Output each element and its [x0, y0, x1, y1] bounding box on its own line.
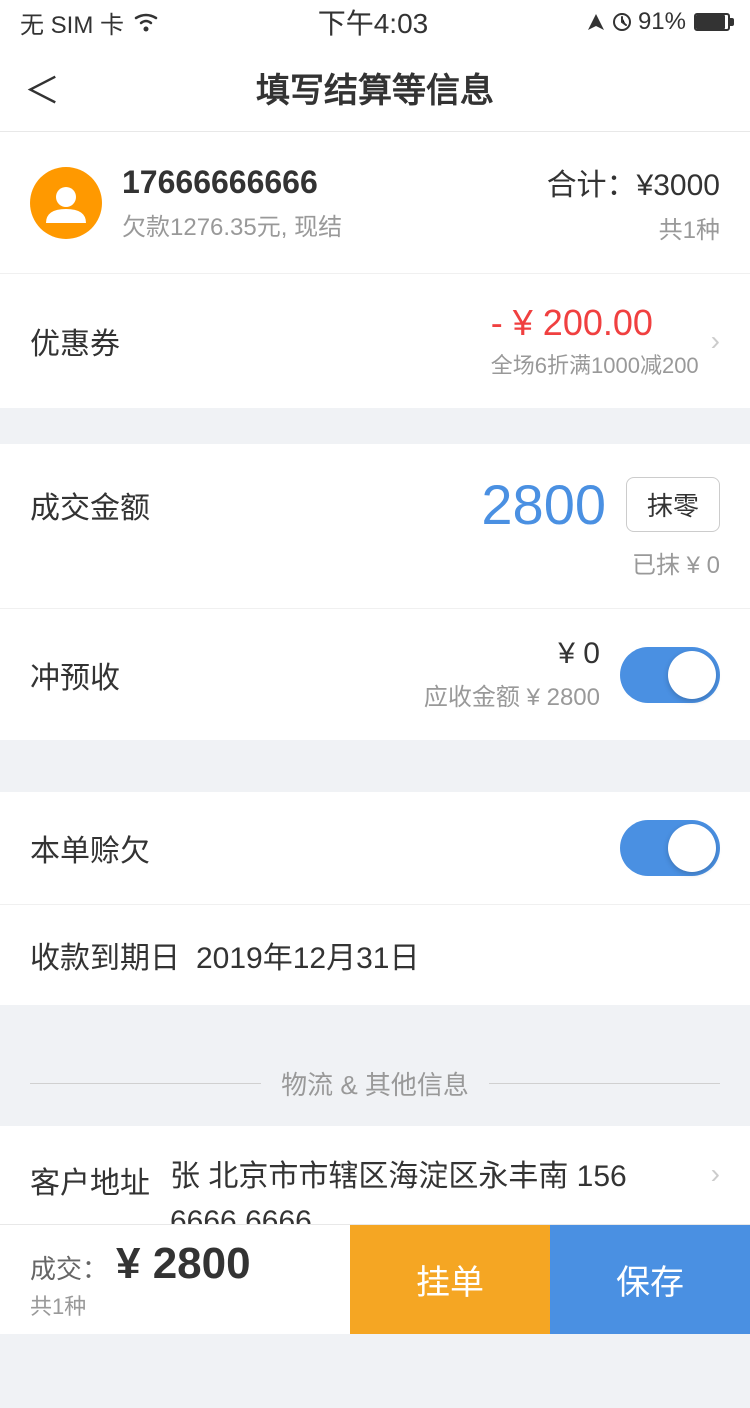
gray-divider-2 [0, 756, 750, 776]
footer-amount: ¥ 2800 [116, 1239, 251, 1289]
customer-row: 17666666666 欠款1276.35元, 现结 合计：¥3000 共1种 [0, 132, 750, 273]
customer-right: 合计：¥3000 共1种 [547, 160, 720, 245]
coupon-info: - ¥ 200.00 全场6折满1000减200 [491, 302, 699, 380]
coupon-label: 优惠券 [30, 319, 120, 363]
amount-card: 成交金额 2800 抹零 已抹 ¥ 0 冲预收 ¥ 0 应收金额 ¥ 2800 [0, 444, 750, 740]
prepay-receivable: 应收金额 ¥ 2800 [424, 677, 600, 712]
nav-bar: ＜ 填写结算等信息 [0, 44, 750, 132]
status-right: 91% [586, 8, 730, 36]
prepay-row: 冲预收 ¥ 0 应收金额 ¥ 2800 [30, 637, 720, 712]
amount-section: 成交金额 2800 抹零 已抹 ¥ 0 [0, 444, 750, 608]
status-left: 无 SIM 卡 [20, 5, 160, 40]
status-bar: 无 SIM 卡 下午4:03 91% [0, 0, 750, 44]
toggle-knob [668, 651, 716, 699]
battery-percent: 91% [638, 8, 686, 36]
customer-avatar [30, 167, 102, 239]
customer-info: 17666666666 欠款1276.35元, 现结 [122, 164, 342, 242]
prepay-toggle[interactable] [620, 647, 720, 703]
battery-icon [694, 13, 730, 31]
customer-phone: 17666666666 [122, 164, 342, 201]
amount-erased: 已抹 ¥ 0 [30, 545, 720, 580]
hang-button-label: 挂单 [416, 1255, 484, 1304]
debt-toggle-knob [668, 824, 716, 872]
duedate-label: 收款到期日 [30, 933, 180, 977]
prepay-label: 冲预收 [30, 653, 120, 697]
debt-card: 本单赊欠 收款到期日 2019年12月31日 [0, 792, 750, 1005]
customer-debt: 欠款1276.35元, 现结 [122, 207, 342, 242]
logistics-label: 物流 & 其他信息 [281, 1065, 469, 1102]
divider-line-left [30, 1083, 261, 1084]
prepay-right: ¥ 0 应收金额 ¥ 2800 [424, 637, 720, 712]
debt-section: 本单赊欠 [0, 792, 750, 904]
clock-icon [612, 12, 632, 32]
page-title: 填写结算等信息 [256, 63, 494, 112]
duedate-row: 收款到期日 2019年12月31日 [30, 933, 720, 977]
wifi-icon [132, 12, 160, 32]
hang-button[interactable]: 挂单 [350, 1225, 550, 1334]
address-label: 客户地址 [30, 1158, 150, 1202]
amount-label: 成交金额 [30, 483, 150, 527]
prepay-amount-group: ¥ 0 应收金额 ¥ 2800 [424, 637, 600, 712]
footer-info: 成交： ¥ 2800 共1种 [0, 1225, 350, 1334]
coupon-description: 全场6折满1000减200 [491, 348, 699, 380]
address-chevron-icon: › [711, 1158, 720, 1190]
amount-value-group: 2800 抹零 [481, 472, 720, 537]
footer: 成交： ¥ 2800 共1种 挂单 保存 [0, 1224, 750, 1334]
save-button[interactable]: 保存 [550, 1225, 750, 1334]
gray-divider-3 [0, 1021, 750, 1041]
customer-left: 17666666666 欠款1276.35元, 现结 [30, 164, 342, 242]
content: 17666666666 欠款1276.35元, 现结 合计：¥3000 共1种 … [0, 132, 750, 1408]
footer-deal-label: 成交： [30, 1249, 108, 1286]
logistics-divider: 物流 & 其他信息 [0, 1041, 750, 1126]
duedate-value: 2019年12月31日 [196, 933, 419, 977]
divider-line-right [489, 1083, 720, 1084]
save-button-label: 保存 [616, 1255, 684, 1304]
total-count: 共1种 [547, 210, 720, 245]
amount-row: 成交金额 2800 抹零 [30, 472, 720, 537]
total-amount: 合计：¥3000 [547, 160, 720, 204]
coupon-discount: - ¥ 200.00 [491, 302, 699, 344]
coupon-chevron-icon: › [711, 325, 720, 357]
user-icon [42, 179, 90, 227]
duedate-section: 收款到期日 2019年12月31日 [0, 904, 750, 1005]
debt-label: 本单赊欠 [30, 826, 150, 870]
back-button[interactable]: ＜ [24, 62, 60, 114]
amount-value: 2800 [481, 472, 606, 537]
customer-card: 17666666666 欠款1276.35元, 现结 合计：¥3000 共1种 … [0, 132, 750, 408]
sim-status: 无 SIM 卡 [20, 5, 124, 40]
coupon-right: - ¥ 200.00 全场6折满1000减200 › [491, 302, 720, 380]
debt-toggle[interactable] [620, 820, 720, 876]
status-time: 下午4:03 [318, 2, 429, 42]
footer-deal-row: 成交： ¥ 2800 [30, 1239, 320, 1289]
location-icon [586, 12, 606, 32]
footer-count: 共1种 [30, 1289, 320, 1321]
prepay-section: 冲预收 ¥ 0 应收金额 ¥ 2800 [0, 608, 750, 740]
erase-button[interactable]: 抹零 [626, 477, 720, 532]
gray-divider-1 [0, 424, 750, 444]
coupon-row[interactable]: 优惠券 - ¥ 200.00 全场6折满1000减200 › [0, 273, 750, 408]
prepay-amount: ¥ 0 [424, 637, 600, 671]
